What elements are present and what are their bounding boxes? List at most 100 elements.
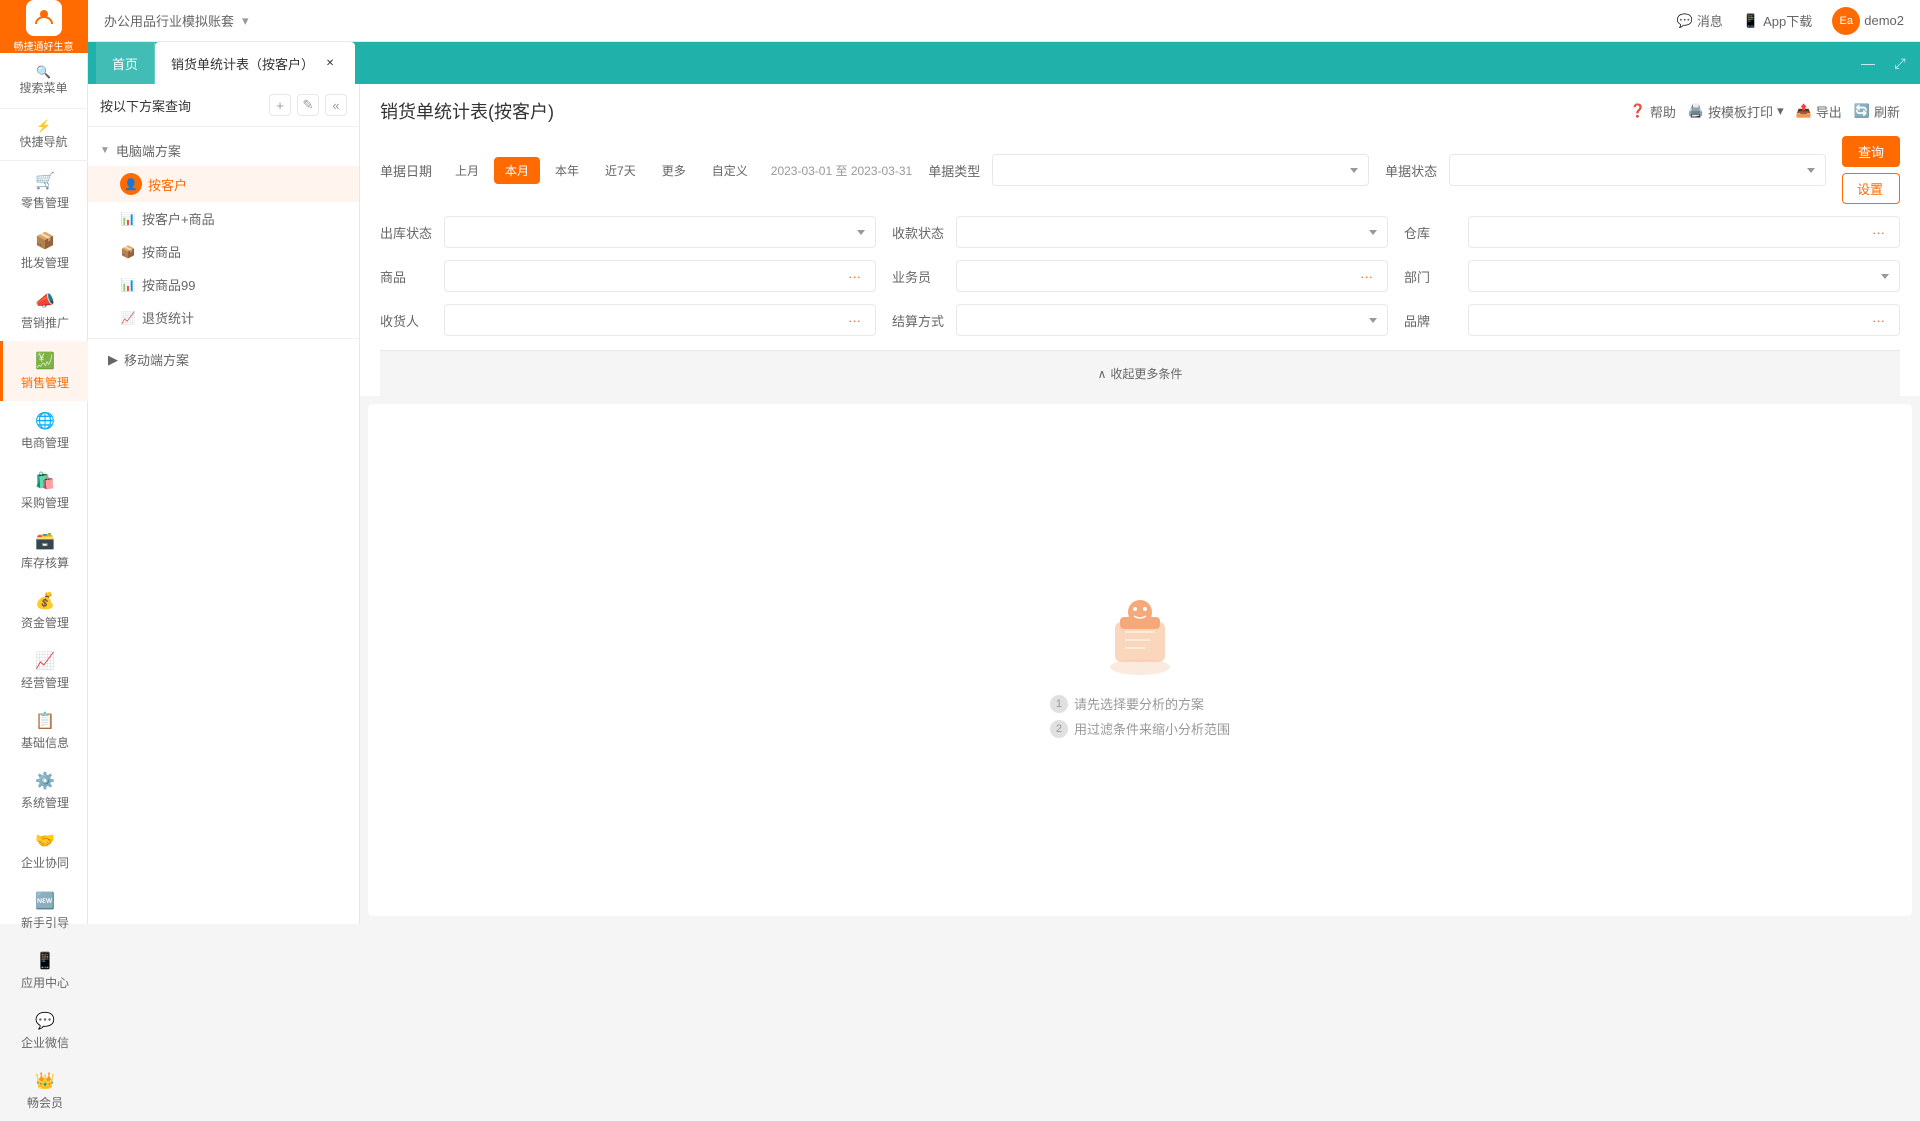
sidebar-search-item[interactable]: 🔍 搜索菜单 [0,53,88,109]
download-icon: 📱 [1743,13,1759,29]
tab-home[interactable]: 首页 [96,42,155,84]
filter-group-goods: 商品 ··· [380,260,876,292]
wholesale-icon: 📦 [35,231,55,251]
system-label: 系统管理 [21,794,69,811]
date-btn-this-year[interactable]: 本年 [544,157,590,184]
user-initials: Ea [1840,15,1853,27]
purchase-icon: 🛍️ [35,471,55,491]
enterprise-icon: 🤝 [35,831,55,851]
filter-group-outstatus: 出库状态 [380,216,876,248]
logo-text: 畅捷通好生意 [14,38,74,53]
receiver-dots: ··· [844,313,865,328]
user-profile[interactable]: Ea demo2 [1832,7,1904,35]
date-btn-last-month[interactable]: 上月 [444,157,490,184]
edit-scheme-btn[interactable]: ✎ [297,94,319,116]
export-btn[interactable]: 📤 导出 [1796,102,1842,121]
export-icon: 📤 [1796,103,1812,119]
goods-select[interactable]: ··· [444,260,876,292]
mobile-group-label: 移动端方案 [124,350,189,369]
help-icon: ❓ [1630,103,1646,119]
tab-sales-report[interactable]: 销货单统计表（按客户） ✕ [155,42,355,84]
empty-hint-1-text: 请先选择要分析的方案 [1074,694,1204,713]
filter-group-desktop-header[interactable]: ▼ 电脑端方案 [88,135,359,166]
sidebar-item-basic[interactable]: 📋 基础信息 [0,701,88,761]
sidebar-item-wechat[interactable]: 💬 企业微信 [0,1001,88,1061]
settings-btn[interactable]: 设置 [1842,173,1900,204]
tab-maximize-btn[interactable]: ⤢ [1888,51,1912,75]
dept-dropdown-icon [1881,274,1889,279]
tab-close-btn[interactable]: ✕ [322,55,338,71]
filter-item-by-customer[interactable]: 👤 按客户 [88,166,359,202]
message-btn[interactable]: 💬 消息 [1677,11,1723,30]
sidebar-item-member[interactable]: 👑 畅会员 [0,1061,88,1121]
query-btn[interactable]: 查询 [1842,136,1900,167]
search-label: 搜索菜单 [19,79,67,96]
receipt-status-dropdown-icon [1369,230,1377,235]
out-status-label: 出库状态 [380,223,436,242]
doc-status-dropdown-icon [1807,168,1815,173]
filter-item-returns[interactable]: 📈 退货统计 [88,301,359,334]
receipt-status-label: 收款状态 [892,223,948,242]
filter-item-goods99[interactable]: 📊 按商品99 [88,268,359,301]
sidebar-item-wholesale[interactable]: 📦 批发管理 [0,221,88,281]
sidebar-item-purchase[interactable]: 🛍️ 采购管理 [0,461,88,521]
sidebar-item-inventory[interactable]: 🗃️ 库存核算 [0,521,88,581]
settlement-select[interactable] [956,304,1388,336]
warehouse-select[interactable]: ··· [1468,216,1900,248]
sidebar-quicknav-item[interactable]: ⚡ 快捷导航 [0,109,88,161]
help-btn[interactable]: ❓ 帮助 [1630,102,1676,121]
industry-dropdown-icon[interactable]: ▾ [242,13,249,29]
add-scheme-btn[interactable]: + [269,94,291,116]
sidebar-item-sales[interactable]: 💹 销售管理 [0,341,88,401]
filter-item-customer-label: 按客户 [148,175,187,194]
content-area: 销货单统计表(按客户) ❓ 帮助 🖨️ 按模板打印 ▾ 📤 [360,84,1920,924]
date-btn-custom[interactable]: 自定义 [701,157,759,184]
brand-select[interactable]: ··· [1468,304,1900,336]
app-download-btn[interactable]: 📱 App下载 [1743,11,1812,30]
tab-minimize-btn[interactable]: — [1856,51,1880,75]
filter-tree: ▼ 电脑端方案 👤 按客户 📊 按客户+商品 📦 按商品 [88,127,359,384]
sidebar-item-marketing[interactable]: 📣 营销推广 [0,281,88,341]
doc-type-select[interactable] [992,154,1369,186]
filter-group-settlement: 结算方式 [892,304,1388,336]
date-btn-more[interactable]: 更多 [651,157,697,184]
wholesale-label: 批发管理 [21,254,69,271]
filter-group-salesperson: 业务员 ··· [892,260,1388,292]
salesperson-select[interactable]: ··· [956,260,1388,292]
sidebar-logo[interactable]: 畅捷通好生意 [0,0,88,53]
out-status-select[interactable] [444,216,876,248]
empty-hint-2: 2 用过滤条件来缩小分析范围 [1050,719,1230,738]
goods-icon: 📦 [120,244,136,260]
refresh-btn[interactable]: 🔄 刷新 [1854,102,1900,121]
date-btn-7days[interactable]: 近7天 [594,157,647,184]
filter-divider [88,338,359,339]
inventory-icon: 🗃️ [35,531,55,551]
sidebar-item-retail[interactable]: 🛒 零售管理 [0,161,88,221]
filter-item-customer-goods[interactable]: 📊 按客户+商品 [88,202,359,235]
sidebar-item-guide[interactable]: 🆕 新手引导 [0,881,88,941]
collapse-btn[interactable]: ∧ 收起更多条件 [1082,359,1199,388]
date-btn-this-month[interactable]: 本月 [494,157,540,184]
sidebar-item-finance[interactable]: 💰 资金管理 [0,581,88,641]
sidebar-item-system[interactable]: ⚙️ 系统管理 [0,761,88,821]
collapse-panel-btn[interactable]: « [325,94,347,116]
retail-label: 零售管理 [21,194,69,211]
receipt-status-select[interactable] [956,216,1388,248]
sidebar-item-ecommerce[interactable]: 🌐 电商管理 [0,401,88,461]
empty-state: 1 请先选择要分析的方案 2 用过滤条件来缩小分析范围 [1050,582,1230,738]
sidebar-item-enterprise[interactable]: 🤝 企业协同 [0,821,88,881]
sidebar-item-appcenter[interactable]: 📱 应用中心 [0,941,88,1001]
tabbar-actions: — ⤢ [1856,51,1912,75]
sidebar-item-operation[interactable]: 📈 经营管理 [0,641,88,701]
print-btn[interactable]: 🖨️ 按模板打印 ▾ [1688,102,1784,121]
filter-panel-actions: + ✎ « [269,94,347,116]
empty-hint-2-num: 2 [1050,720,1068,738]
filter-item-by-goods[interactable]: 📦 按商品 [88,235,359,268]
marketing-icon: 📣 [35,291,55,311]
doc-status-select[interactable] [1449,154,1826,186]
topbar-right: 💬 消息 📱 App下载 Ea demo2 [1677,7,1904,35]
filter-group-mobile-header[interactable]: ▶ 移动端方案 [88,343,359,376]
dept-select[interactable] [1468,260,1900,292]
receiver-select[interactable]: ··· [444,304,876,336]
data-area: 1 请先选择要分析的方案 2 用过滤条件来缩小分析范围 [368,404,1912,916]
